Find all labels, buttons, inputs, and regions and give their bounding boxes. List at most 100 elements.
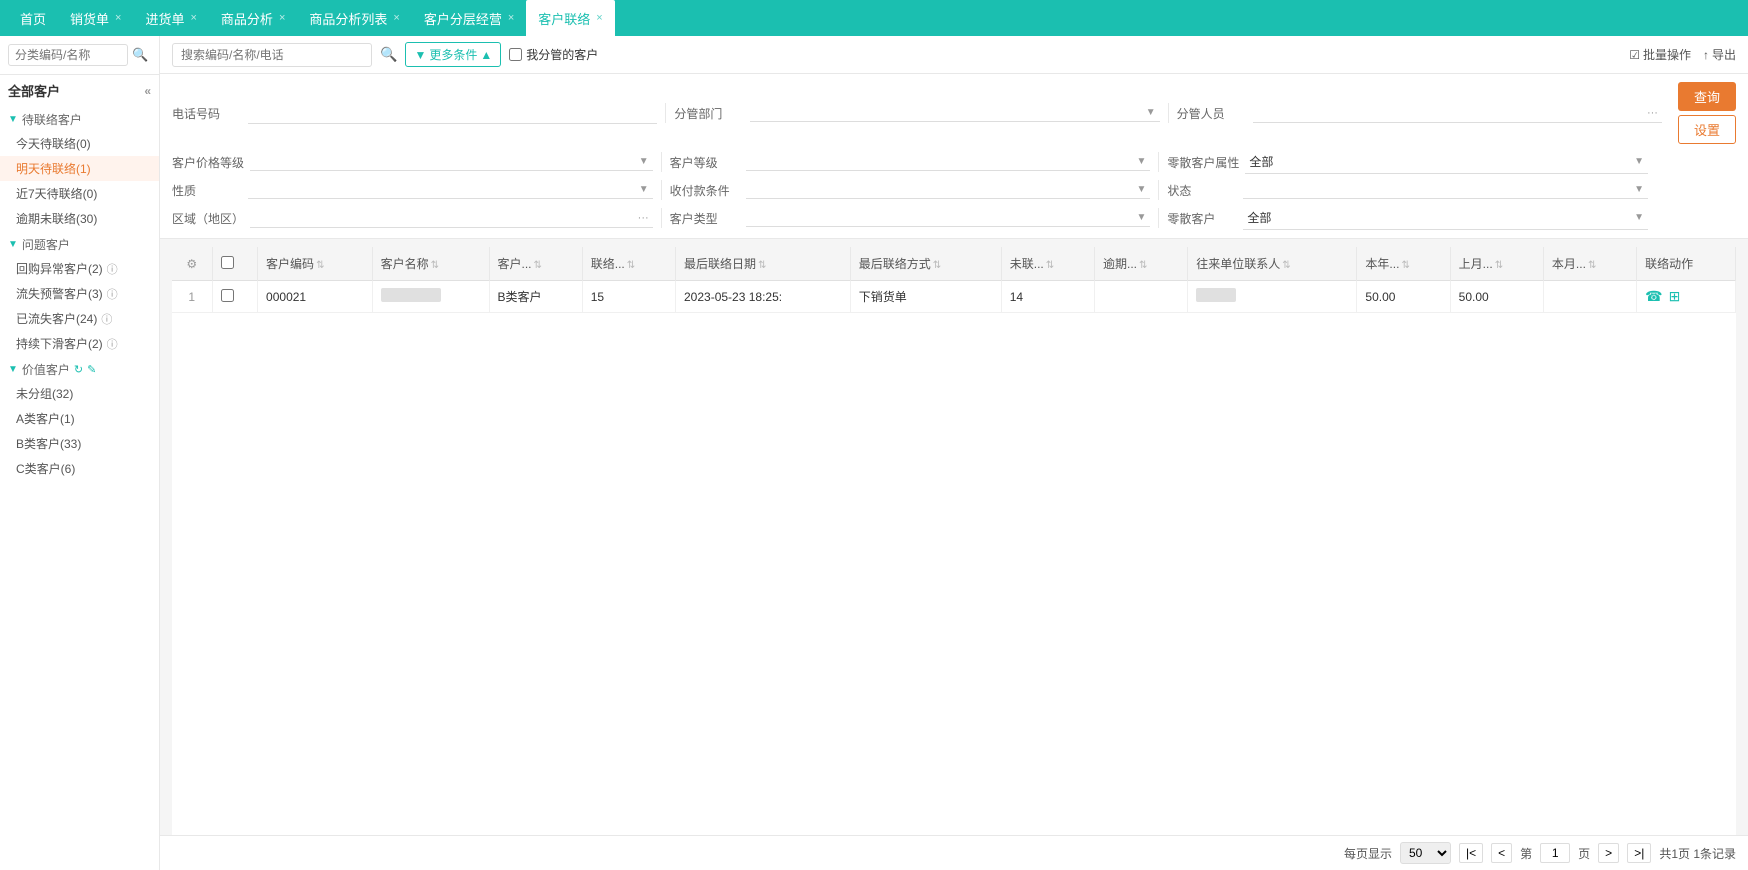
row-checkbox[interactable] — [221, 289, 234, 302]
filter-retail-select[interactable]: 全部 ▼ — [1243, 206, 1648, 230]
col-code[interactable]: 客户编码⇅ — [258, 247, 373, 281]
close-icon-customer-tier[interactable]: × — [508, 12, 514, 24]
ellipsis-icon-area: ··· — [638, 212, 649, 224]
nav-item-purchase[interactable]: 进货单 × — [133, 0, 208, 36]
cell-checkbox[interactable] — [212, 281, 258, 313]
sidebar-item-class-c[interactable]: C类客户(6) — [0, 456, 159, 481]
first-page-btn[interactable]: |< — [1459, 843, 1483, 863]
sidebar-item-today-contact[interactable]: 今天待联络(0) — [0, 131, 159, 156]
sidebar-item-churn-warning[interactable]: 流失预警客户(3) ⓘ — [0, 281, 159, 306]
chevron-down-icon-type: ▼ — [1136, 212, 1146, 223]
last-page-btn[interactable]: >| — [1627, 843, 1651, 863]
col-name[interactable]: 客户名称⇅ — [372, 247, 489, 281]
close-icon-product-analysis[interactable]: × — [279, 12, 285, 24]
my-customers-checkbox-label[interactable]: 我分管的客户 — [509, 46, 598, 63]
filter-retail-attr-select[interactable]: 全部 ▼ — [1245, 150, 1648, 174]
current-page-input[interactable] — [1540, 843, 1570, 863]
filter-dept-select[interactable]: ▼ — [750, 104, 1159, 122]
sidebar-item-churned[interactable]: 已流失客户(24) ⓘ — [0, 306, 159, 331]
filter-divider-5 — [661, 180, 662, 200]
qr-icon[interactable]: ⊞ — [1669, 288, 1681, 305]
refresh-icon[interactable]: ↻ — [74, 363, 83, 376]
cell-actions: ☎ ⊞ — [1637, 281, 1736, 313]
sidebar-item-declining[interactable]: 持续下滑客户(2) ⓘ — [0, 331, 159, 356]
filter-status-select[interactable]: ▼ — [1243, 181, 1648, 199]
sort-icon-contact-count: ⇅ — [627, 260, 635, 271]
next-page-btn[interactable]: > — [1598, 843, 1619, 863]
col-last-contact-date[interactable]: 最后联络日期⇅ — [676, 247, 851, 281]
col-type[interactable]: 客户...⇅ — [489, 247, 582, 281]
batch-op-btn[interactable]: ☑ 批量操作 — [1629, 46, 1691, 63]
nav-item-product-analysis[interactable]: 商品分析 × — [209, 0, 297, 36]
filter-gender-select[interactable]: ▼ — [248, 181, 653, 199]
top-nav: 首页 销货单 × 进货单 × 商品分析 × 商品分析列表 × 客户分层经营 × … — [0, 0, 1748, 36]
filter-manager-select[interactable]: ··· — [1253, 104, 1662, 123]
col-last-month[interactable]: 上月...⇅ — [1450, 247, 1543, 281]
sidebar-item-class-b[interactable]: B类客户(33) — [0, 431, 159, 456]
filter-payment-select[interactable]: ▼ — [746, 181, 1151, 199]
close-icon-purchase[interactable]: × — [190, 12, 196, 24]
close-icon-sales[interactable]: × — [115, 12, 121, 24]
sidebar-item-tomorrow-contact[interactable]: 明天待联络(1) — [0, 156, 159, 181]
filter-customer-type-select[interactable]: ▼ — [746, 209, 1151, 227]
filter-row-4: 区域（地区） ··· 客户类型 ▼ 零散客户 全部 — [172, 206, 1736, 230]
filter-area-select[interactable]: ··· — [250, 209, 653, 228]
col-no-contact-days[interactable]: 未联...⇅ — [1001, 247, 1094, 281]
settings-button[interactable]: 设置 — [1678, 115, 1736, 144]
prev-page-btn[interactable]: < — [1491, 843, 1512, 863]
chevron-down-icon-value: ▼ — [639, 156, 649, 167]
filter-phone-input[interactable] — [248, 103, 657, 124]
sidebar-search-input[interactable] — [8, 44, 128, 66]
sidebar-item-7days-contact[interactable]: 近7天待联络(0) — [0, 181, 159, 206]
sidebar-group-value-customers[interactable]: 价值客户 ↻ ✎ — [0, 356, 159, 381]
col-checkbox[interactable] — [212, 247, 258, 281]
cell-index: 1 — [172, 281, 212, 313]
per-page-select[interactable]: 50 10 20 100 — [1400, 842, 1451, 864]
sidebar-item-repurchase-anomaly[interactable]: 回购异常客户(2) ⓘ — [0, 256, 159, 281]
nav-item-home[interactable]: 首页 — [8, 0, 58, 36]
cell-last-contact-method[interactable]: 下销货单 — [850, 281, 1001, 313]
sidebar-group-problem-customers[interactable]: 问题客户 — [0, 231, 159, 256]
col-this-month[interactable]: 本月...⇅ — [1543, 247, 1636, 281]
search-icon-toolbar[interactable]: 🔍 — [380, 46, 397, 63]
nav-item-sales[interactable]: 销货单 × — [58, 0, 133, 36]
sidebar-item-overdue-contact[interactable]: 逾期未联络(30) — [0, 206, 159, 231]
pagination: 每页显示 50 10 20 100 |< < 第 页 > >| 共1页 1条记录 — [160, 835, 1748, 870]
settings-icon[interactable]: ⚙ — [186, 257, 197, 271]
close-icon-product-analysis-list[interactable]: × — [393, 12, 399, 24]
filter-area-label: 区域（地区） — [172, 210, 244, 227]
my-customers-checkbox[interactable] — [509, 48, 522, 61]
filter-customer-value-select[interactable]: ▼ — [250, 153, 653, 171]
edit-icon[interactable]: ✎ — [87, 363, 96, 376]
sidebar-all-customers[interactable]: 全部客户 « — [0, 75, 159, 106]
sort-icon-nocontact: ⇅ — [1046, 260, 1054, 271]
nav-item-product-analysis-list[interactable]: 商品分析列表 × — [297, 0, 411, 36]
filter-divider-4 — [1158, 152, 1159, 172]
close-icon-customer-contact[interactable]: × — [596, 12, 602, 24]
ellipsis-icon-manager: ··· — [1647, 107, 1658, 119]
chevron-down-icon-retail-attr: ▼ — [1634, 156, 1644, 167]
sidebar-item-class-a[interactable]: A类客户(1) — [0, 406, 159, 431]
filter-customer-level-select[interactable]: ▼ — [746, 153, 1151, 171]
col-settings[interactable]: ⚙ — [172, 247, 212, 281]
search-input[interactable] — [172, 43, 372, 67]
col-last-contact-method[interactable]: 最后联络方式⇅ — [850, 247, 1001, 281]
col-overdue[interactable]: 逾期...⇅ — [1094, 247, 1187, 281]
more-conditions-btn[interactable]: ▼ 更多条件 ▲ — [405, 42, 501, 67]
sidebar-search-icon[interactable]: 🔍 — [132, 47, 148, 63]
sidebar-item-ungrouped[interactable]: 未分组(32) — [0, 381, 159, 406]
total-records: 共1页 1条记录 — [1659, 845, 1736, 862]
call-icon[interactable]: ☎ — [1645, 288, 1662, 305]
nav-item-customer-tier[interactable]: 客户分层经营 × — [412, 0, 526, 36]
export-btn[interactable]: ↑ 导出 — [1703, 46, 1736, 63]
filter-customer-value-label: 客户价格等级 — [172, 154, 244, 171]
query-button[interactable]: 查询 — [1678, 82, 1736, 111]
nav-item-customer-contact[interactable]: 客户联络 × — [526, 0, 614, 36]
col-contact-count[interactable]: 联络...⇅ — [582, 247, 675, 281]
col-contact-person[interactable]: 往来单位联系人⇅ — [1188, 247, 1357, 281]
select-all-checkbox[interactable] — [221, 256, 234, 269]
sidebar-group-pending-contact[interactable]: 待联络客户 — [0, 106, 159, 131]
col-this-year[interactable]: 本年...⇅ — [1357, 247, 1450, 281]
sidebar-search-area: 🔍 — [0, 36, 159, 75]
filter-retail-attr-label: 零散客户属性 — [1167, 154, 1239, 171]
